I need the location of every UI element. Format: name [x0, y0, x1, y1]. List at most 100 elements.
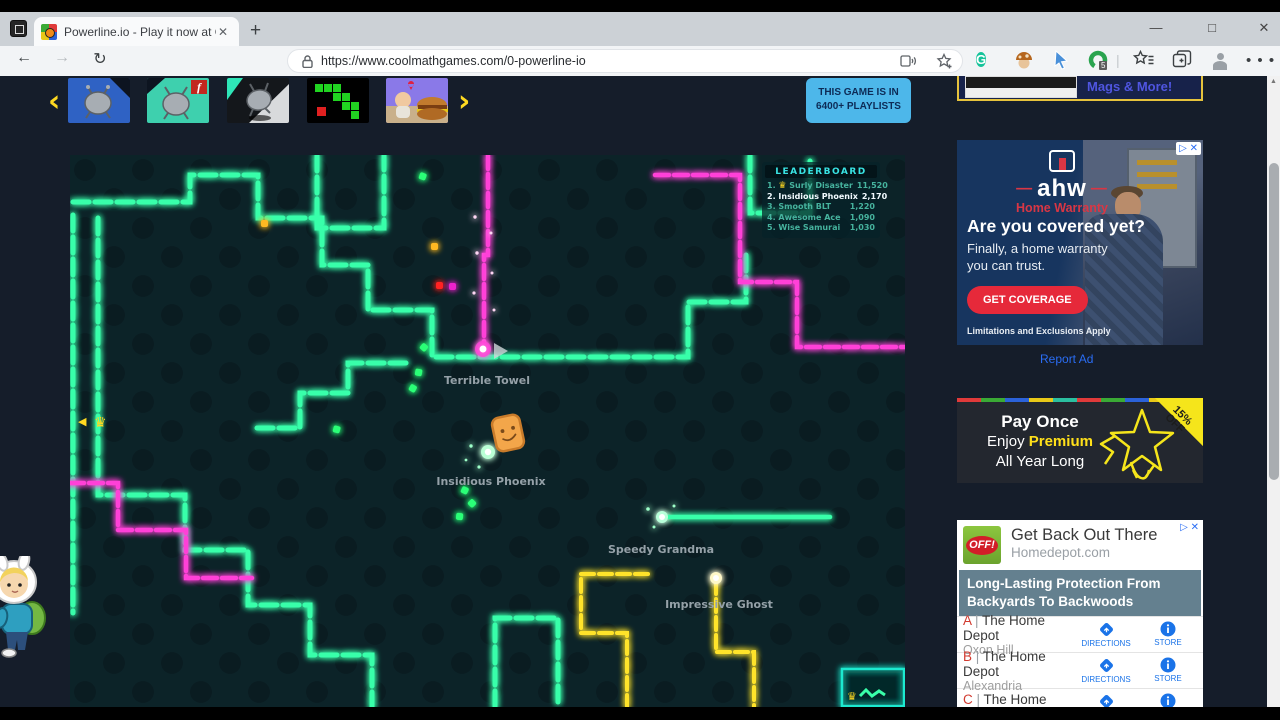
extension-badge: 5	[1099, 61, 1108, 70]
player-label: Speedy Grandma	[608, 543, 714, 556]
forward-icon: →	[54, 49, 70, 66]
more-menu-icon[interactable]: • • •	[1246, 52, 1275, 69]
playlists-badge: THIS GAME IS IN 6400+ PLAYLISTS	[806, 78, 911, 123]
carousel-right-icon[interactable]: ›	[458, 84, 470, 119]
favorites-hub-icon[interactable]	[1133, 50, 1155, 69]
ahw-brand-sub: Home Warranty	[1016, 201, 1108, 215]
reload-icon[interactable]: ↻	[88, 49, 112, 69]
homedepot-ad[interactable]: ▷ ✕ OFF! Get Back Out There Homedepot.co…	[957, 520, 1203, 707]
fiona-mascot	[0, 556, 46, 658]
directions-button[interactable]: DIRECTIONS	[1075, 693, 1137, 707]
game-thumbnail-2[interactable]: f	[147, 78, 209, 123]
top-promo-banner[interactable]: Mags & More!	[957, 76, 1203, 101]
premium-text: Pay Once Enjoy Premium All Year Long	[987, 412, 1093, 470]
grammarly-extension-icon[interactable]: G	[976, 50, 987, 70]
homedepot-ad-header: OFF! Get Back Out There Homedepot.com	[957, 520, 1203, 568]
homedepot-domain: Homedepot.com	[1011, 545, 1111, 560]
leaderboard-rows: 1. ♛ Surly Disaster 11,520 2. Insidious Ph…	[765, 181, 888, 234]
browser-tab[interactable]: Powerline.io - Play it now at Cool ✕	[34, 17, 239, 46]
window-bottom-bar	[0, 707, 1280, 720]
directions-button[interactable]: DIRECTIONS	[1075, 657, 1137, 685]
promo-photo	[965, 76, 1077, 98]
player-label: Impressive Ghost	[665, 598, 773, 611]
window-maximize-button[interactable]: □	[1202, 20, 1222, 35]
report-ad-link[interactable]: Report Ad	[1040, 352, 1093, 366]
game-thumbnail-5[interactable]	[386, 78, 448, 123]
page-scrollbar[interactable]: ▲	[1267, 76, 1280, 707]
ahw-headline: Are you covered yet?	[967, 216, 1145, 236]
window-minimize-button[interactable]: —	[1146, 20, 1166, 35]
read-aloud-icon[interactable]	[900, 53, 918, 69]
store-row[interactable]: C | The Home DepotDIRECTIONSSTORE	[957, 688, 1203, 707]
tab-title: Powerline.io - Play it now at Cool	[64, 24, 216, 39]
collections-icon[interactable]	[1172, 50, 1193, 70]
ad-controls[interactable]: ▷ ✕	[1176, 142, 1201, 155]
adchoices-icon[interactable]: ▷	[1179, 143, 1187, 154]
leaderboard-row: 5. Wise Samurai 1,030	[767, 223, 875, 232]
playlists-badge-line1: THIS GAME IS IN	[818, 87, 899, 98]
site-favicon-icon	[41, 23, 57, 40]
directions-button[interactable]: DIRECTIONS	[1075, 621, 1137, 649]
homedepot-store-rows: A | The Home Depot Oxon Hill DIRECTIONS STO…	[957, 613, 1203, 707]
url-input[interactable]	[321, 54, 841, 68]
browser-toolbar: ← → ↻ G 5 |	[0, 46, 1280, 76]
tab-actions-icon[interactable]	[10, 20, 27, 37]
minimap: ♛	[840, 667, 906, 707]
game-canvas[interactable]: ◀ ♛ Terrible Towel Insidious Phoenix Spe…	[67, 152, 908, 707]
game-thumbnail-1[interactable]	[68, 78, 130, 123]
game-thumbnail-4[interactable]	[307, 78, 369, 123]
powerline-game-field[interactable]: ◀ ♛ Terrible Towel Insidious Phoenix Spe…	[67, 152, 908, 707]
player-skin-sprite	[490, 413, 526, 453]
offscreen-crown-icon: ♛	[94, 415, 107, 431]
scrollbar-up-icon[interactable]: ▲	[1267, 78, 1280, 85]
player-label: Terrible Towel	[444, 374, 530, 387]
minimap-crown-icon: ♛	[847, 690, 857, 703]
ahw-copy: Finally, a home warranty you can trust.	[967, 241, 1108, 273]
crown-icon: ♛	[778, 181, 787, 191]
cursor-extension-icon[interactable]	[1052, 50, 1070, 70]
leaderboard-title: LEADERBOARD	[765, 165, 877, 178]
tab-strip: Powerline.io - Play it now at Cool ✕ + —…	[0, 12, 1280, 46]
offscreen-arrow-icon: ◀	[78, 415, 87, 428]
promo-text: Mags & More!	[1087, 79, 1173, 94]
get-coverage-button[interactable]: GET COVERAGE	[967, 286, 1088, 314]
leaderboard-row: 1. ♛ Surly Disaster 11,520	[767, 181, 888, 191]
store-row[interactable]: B | The Home Depot Alexandria DIRECTIONS ST…	[957, 649, 1203, 693]
ahw-ad[interactable]: ▷ ✕ ahw Home Warranty Are you covered ye…	[957, 140, 1203, 345]
store-info-button[interactable]: STORE	[1137, 693, 1199, 707]
store-info-button[interactable]: STORE	[1137, 621, 1199, 648]
page-content: ‹ › f THIS GAME IS IN 6400+ PLAYLISTS Ma…	[0, 76, 1280, 707]
ahw-logo: ahw Home Warranty	[997, 150, 1127, 215]
player-label: Insidious Phoenix	[436, 475, 545, 488]
back-icon[interactable]: ←	[12, 49, 36, 67]
ahw-disclaimer: Limitations and Exclusions Apply	[967, 326, 1111, 336]
homedepot-headline: Get Back Out There	[1011, 526, 1158, 544]
carousel-left-icon[interactable]: ‹	[48, 84, 60, 119]
leaderboard-row: 2. Insidious Phoenix 2,170	[767, 191, 888, 201]
store-info-button[interactable]: STORE	[1137, 657, 1199, 684]
leaderboard: LEADERBOARD 1. ♛ Surly Disaster 11,520 2. …	[762, 162, 888, 238]
address-bar[interactable]	[287, 49, 963, 73]
premium-banner[interactable]: Pay Once Enjoy Premium All Year Long 15%…	[957, 398, 1203, 483]
green-extension-icon[interactable]: 5	[1088, 50, 1108, 75]
house-icon	[1049, 150, 1075, 172]
ahw-brand: ahw	[997, 177, 1127, 201]
add-favorite-icon[interactable]	[936, 53, 953, 70]
playlists-badge-line2: 6400+ PLAYLISTS	[816, 101, 901, 112]
adchoices-icon[interactable]: ▷	[1180, 522, 1188, 533]
mushroom-extension-icon[interactable]	[1014, 50, 1034, 70]
ad-close-icon[interactable]: ✕	[1191, 522, 1199, 533]
ad-controls[interactable]: ▷ ✕	[1177, 521, 1202, 534]
store-row[interactable]: A | The Home Depot Oxon Hill DIRECTIONS STO…	[957, 613, 1203, 657]
game-thumbnail-3[interactable]	[227, 78, 289, 123]
leaderboard-row: 4. Awesome Ace 1,090	[767, 212, 875, 222]
off-logo-icon: OFF!	[963, 526, 1001, 564]
new-tab-button[interactable]: +	[250, 20, 261, 42]
lock-icon	[302, 54, 313, 68]
scrollbar-thumb[interactable]	[1268, 163, 1279, 480]
toolbar-separator: |	[1116, 52, 1120, 68]
window-close-button[interactable]: ✕	[1254, 20, 1274, 36]
homedepot-banner: Long-Lasting Protection From Backyards T…	[959, 570, 1201, 616]
tab-close-icon[interactable]: ✕	[218, 25, 228, 39]
ad-close-icon[interactable]: ✕	[1190, 143, 1198, 154]
